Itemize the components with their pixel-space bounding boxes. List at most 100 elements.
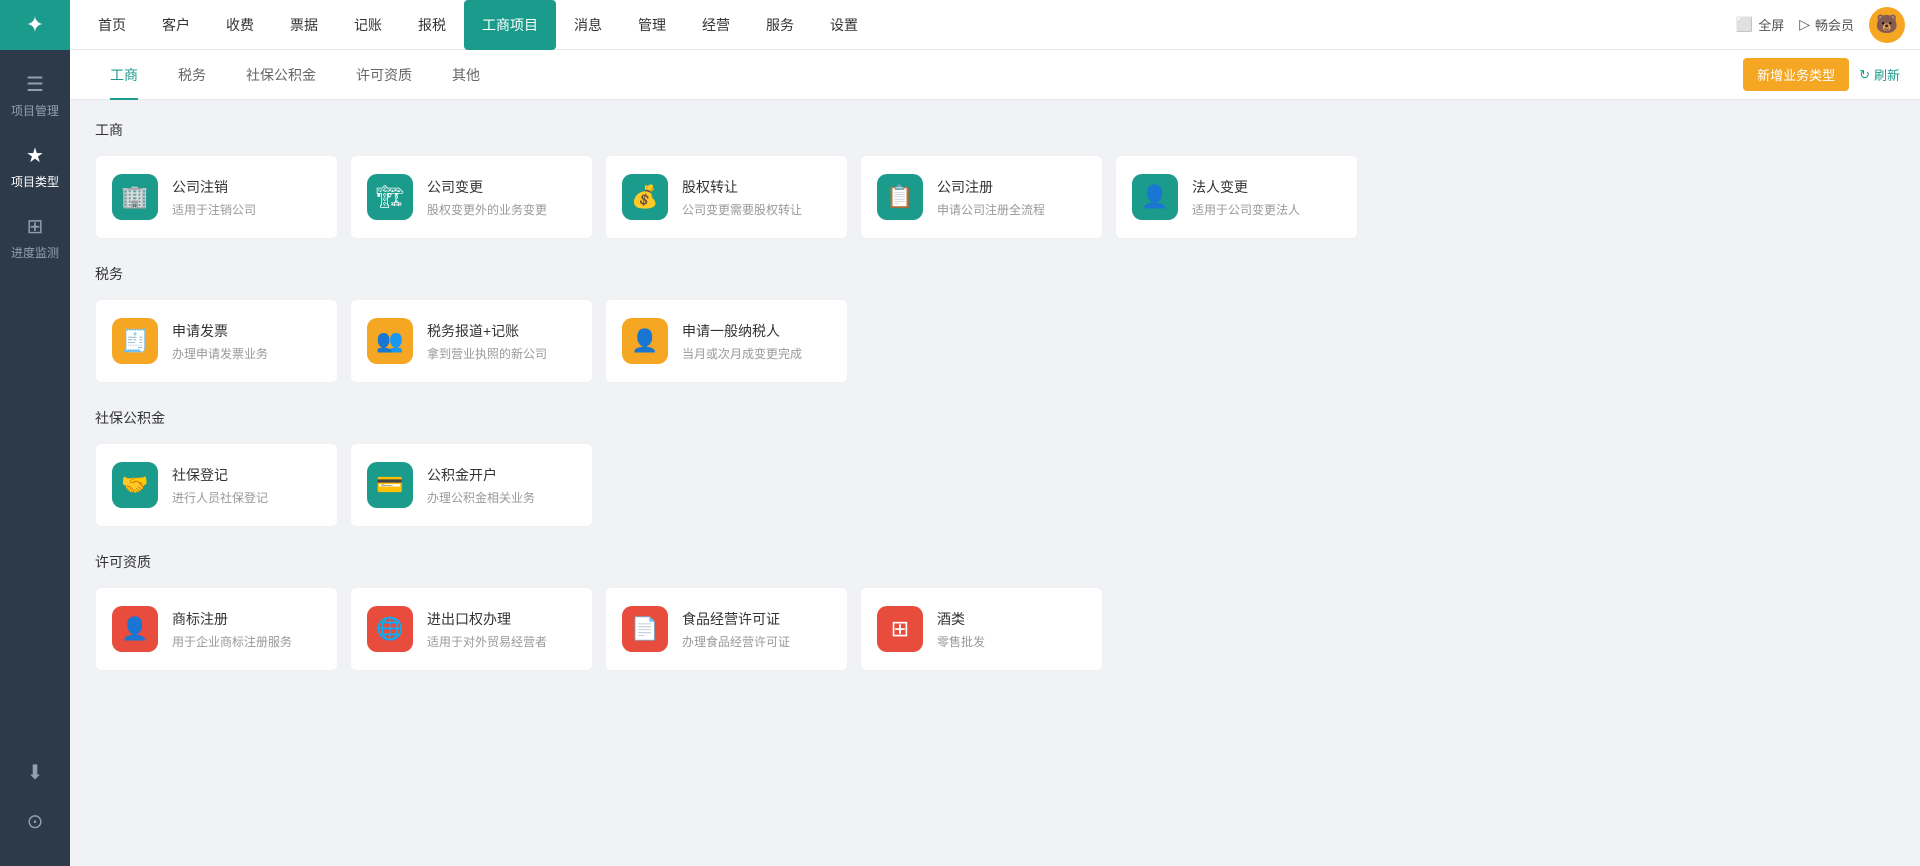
nav-item-tax[interactable]: 报税 [400, 0, 464, 50]
card-import-export[interactable]: 🌐 进出口权办理 适用于对外贸易经营者 [350, 587, 593, 671]
card-alcohol[interactable]: ⊞ 酒类 零售批发 [860, 587, 1103, 671]
card-desc-company-change: 股权变更外的业务变更 [427, 201, 547, 218]
section-title-business: 工商 [95, 120, 1895, 140]
sidebar-item-download[interactable]: ⬇ [22, 748, 49, 797]
refresh-button[interactable]: ↻ 刷新 [1859, 65, 1900, 84]
sidebar-item-project-management[interactable]: ☰ 项目管理 [0, 60, 70, 131]
card-title-import-export: 进出口权办理 [427, 609, 547, 629]
content-area: 工商 税务 社保公积金 许可资质 其他 新增业务类型 ↻ 刷新 工商 🏢 [70, 50, 1920, 866]
card-apply-invoice[interactable]: 🧾 申请发票 办理申请发票业务 [95, 299, 338, 383]
nav-menu: 首页 客户 收费 票据 记账 报税 工商项目 消息 管理 经营 服务 设置 [80, 0, 876, 50]
fullscreen-label: 全屏 [1758, 15, 1784, 34]
section-title-license: 许可资质 [95, 552, 1895, 572]
top-navigation: ✦ 首页 客户 收费 票据 记账 报税 工商项目 消息 管理 经营 服务 设置 … [0, 0, 1920, 50]
company-cancel-icon: 🏢 [112, 174, 158, 220]
main-layout: ☰ 项目管理 ★ 项目类型 ⊞ 进度监测 ⬇ ⊙ 工商 税务 社保公积金 许可资… [0, 50, 1920, 866]
tab-social-insurance[interactable]: 社保公积金 [226, 50, 336, 100]
card-general-taxpayer[interactable]: 👤 申请一般纳税人 当月或次月成变更完成 [605, 299, 848, 383]
fullscreen-icon: ⬜ [1736, 16, 1753, 33]
sidebar-item-progress-monitor[interactable]: ⊞ 进度监测 [0, 202, 70, 273]
card-desc-tax-report: 拿到营业执照的新公司 [427, 345, 547, 362]
nav-item-home[interactable]: 首页 [80, 0, 144, 50]
sidebar-label-progress-monitor: 进度监测 [11, 244, 59, 261]
avatar[interactable]: 🐻 [1869, 7, 1905, 43]
add-type-button[interactable]: 新增业务类型 [1743, 58, 1849, 91]
social-insurance-cards-grid: 🤝 社保登记 进行人员社保登记 💳 公积金开户 办理公积金相关业务 [95, 443, 1895, 527]
company-change-icon: 🏗 [367, 174, 413, 220]
card-title-social-insurance: 社保登记 [172, 465, 268, 485]
nav-item-settings[interactable]: 设置 [812, 0, 876, 50]
sidebar-item-help[interactable]: ⊙ [22, 797, 49, 846]
company-register-icon: 📋 [877, 174, 923, 220]
import-export-icon: 🌐 [367, 606, 413, 652]
fullscreen-button[interactable]: ⬜ 全屏 [1736, 15, 1784, 34]
nav-item-message[interactable]: 消息 [556, 0, 620, 50]
scroll-content: 工商 🏢 公司注销 适用于注销公司 🏗 公司变更 股权变更外的业务变更 [70, 100, 1920, 866]
card-desc-apply-invoice: 办理申请发票业务 [172, 345, 268, 362]
card-desc-general-taxpayer: 当月或次月成变更完成 [682, 345, 802, 362]
card-title-equity-transfer: 股权转让 [682, 177, 802, 197]
card-company-register[interactable]: 📋 公司注册 申请公司注册全流程 [860, 155, 1103, 239]
card-food-license[interactable]: 📄 食品经营许可证 办理食品经营许可证 [605, 587, 848, 671]
card-desc-company-cancel: 适用于注销公司 [172, 201, 256, 218]
card-desc-company-register: 申请公司注册全流程 [937, 201, 1045, 218]
card-trademark-register[interactable]: 👤 商标注册 用于企业商标注册服务 [95, 587, 338, 671]
card-desc-food-license: 办理食品经营许可证 [682, 633, 790, 650]
legal-person-change-icon: 👤 [1132, 174, 1178, 220]
nav-item-business[interactable]: 工商项目 [464, 0, 556, 50]
card-title-trademark-register: 商标注册 [172, 609, 292, 629]
refresh-icon: ↻ [1859, 67, 1870, 83]
tax-report-icon: 👥 [367, 318, 413, 364]
apply-invoice-icon: 🧾 [112, 318, 158, 364]
card-title-company-cancel: 公司注销 [172, 177, 256, 197]
nav-right-area: ⬜ 全屏 ▷ 畅会员 🐻 [1736, 7, 1905, 43]
refresh-label: 刷新 [1874, 65, 1900, 84]
card-company-cancel[interactable]: 🏢 公司注销 适用于注销公司 [95, 155, 338, 239]
card-desc-trademark-register: 用于企业商标注册服务 [172, 633, 292, 650]
general-taxpayer-icon: 👤 [622, 318, 668, 364]
nav-item-fee[interactable]: 收费 [208, 0, 272, 50]
tab-tax[interactable]: 税务 [158, 50, 226, 100]
card-desc-social-insurance: 进行人员社保登记 [172, 489, 268, 506]
nav-item-service[interactable]: 服务 [748, 0, 812, 50]
member-icon: ▷ [1799, 16, 1810, 33]
tab-bar: 工商 税务 社保公积金 许可资质 其他 新增业务类型 ↻ 刷新 [70, 50, 1920, 100]
member-button[interactable]: ▷ 畅会员 [1799, 15, 1854, 34]
card-title-food-license: 食品经营许可证 [682, 609, 790, 629]
star-icon: ★ [26, 143, 44, 168]
avatar-icon: 🐻 [1876, 14, 1898, 35]
alcohol-icon: ⊞ [877, 606, 923, 652]
card-equity-transfer[interactable]: 💰 股权转让 公司变更需要股权转让 [605, 155, 848, 239]
card-title-legal-person-change: 法人变更 [1192, 177, 1300, 197]
download-icon: ⬇ [27, 760, 44, 785]
card-company-change[interactable]: 🏗 公司变更 股权变更外的业务变更 [350, 155, 593, 239]
card-desc-equity-transfer: 公司变更需要股权转让 [682, 201, 802, 218]
nav-item-bill[interactable]: 票据 [272, 0, 336, 50]
grid-icon: ⊞ [27, 214, 44, 239]
card-title-alcohol: 酒类 [937, 609, 985, 629]
card-title-company-register: 公司注册 [937, 177, 1045, 197]
card-title-general-taxpayer: 申请一般纳税人 [682, 321, 802, 341]
nav-item-operation[interactable]: 经营 [684, 0, 748, 50]
card-social-insurance-register[interactable]: 🤝 社保登记 进行人员社保登记 [95, 443, 338, 527]
list-icon: ☰ [26, 72, 44, 97]
card-fund-account[interactable]: 💳 公积金开户 办理公积金相关业务 [350, 443, 593, 527]
tab-other[interactable]: 其他 [432, 50, 500, 100]
logo: ✦ [0, 0, 70, 50]
nav-item-client[interactable]: 客户 [144, 0, 208, 50]
sidebar-label-project-management: 项目管理 [11, 102, 59, 119]
member-label: 畅会员 [1815, 15, 1854, 34]
nav-item-manage[interactable]: 管理 [620, 0, 684, 50]
card-desc-alcohol: 零售批发 [937, 633, 985, 650]
card-tax-report[interactable]: 👥 税务报道+记账 拿到营业执照的新公司 [350, 299, 593, 383]
card-desc-import-export: 适用于对外贸易经营者 [427, 633, 547, 650]
left-sidebar: ☰ 项目管理 ★ 项目类型 ⊞ 进度监测 ⬇ ⊙ [0, 50, 70, 866]
card-desc-legal-person-change: 适用于公司变更法人 [1192, 201, 1300, 218]
sidebar-item-project-type[interactable]: ★ 项目类型 [0, 131, 70, 202]
tax-cards-grid: 🧾 申请发票 办理申请发票业务 👥 税务报道+记账 拿到营业执照的新公司 👤 [95, 299, 1895, 383]
tab-license[interactable]: 许可资质 [336, 50, 432, 100]
nav-item-bookkeep[interactable]: 记账 [336, 0, 400, 50]
card-legal-person-change[interactable]: 👤 法人变更 适用于公司变更法人 [1115, 155, 1358, 239]
tab-business[interactable]: 工商 [90, 50, 158, 100]
social-insurance-icon: 🤝 [112, 462, 158, 508]
